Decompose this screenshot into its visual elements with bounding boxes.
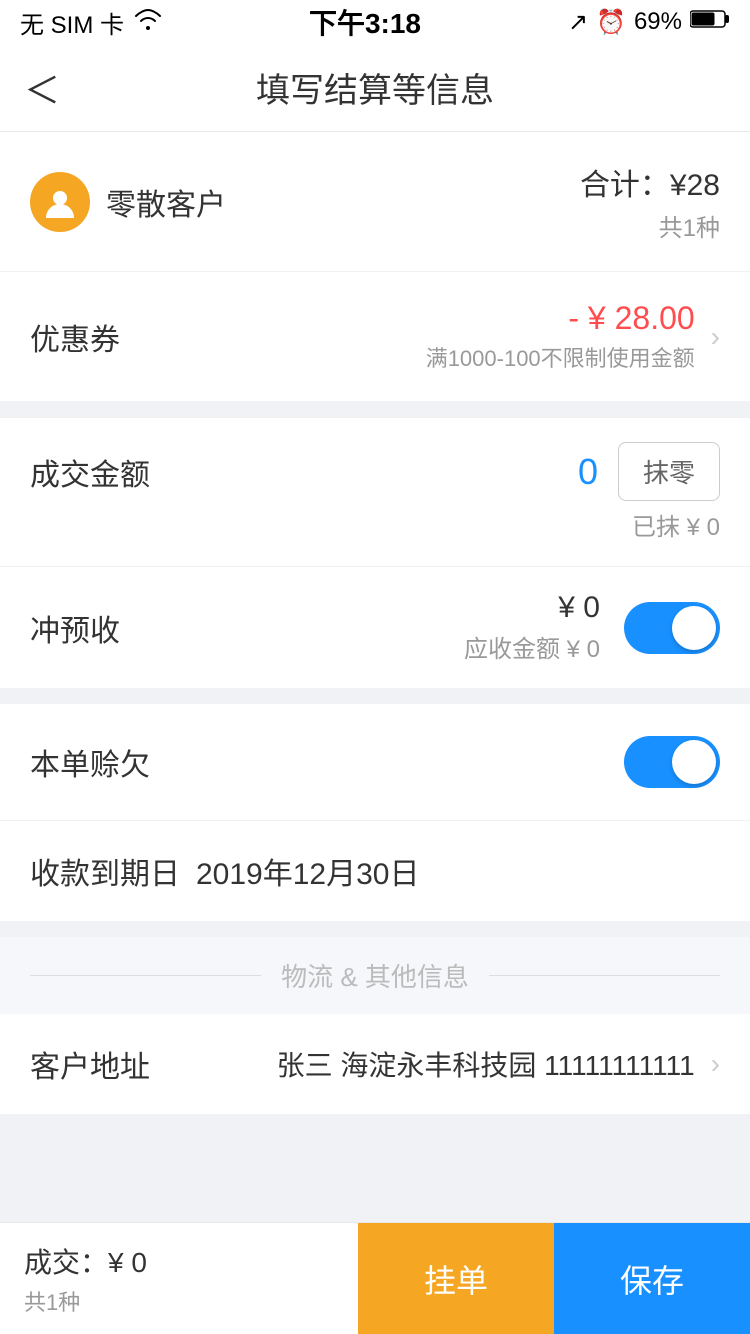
customer-left: 零散客户 xyxy=(30,172,226,232)
no-sim-text: 无 SIM 卡 xyxy=(20,5,124,40)
debt-section: 本单赊欠 收款到期日 2019年12月30日 xyxy=(0,704,750,921)
logistics-divider: 物流 & 其他信息 xyxy=(0,937,750,1014)
location-icon: ↗ xyxy=(568,8,588,37)
status-time: 下午3:18 xyxy=(309,2,421,42)
debt-toggle-knob xyxy=(672,740,716,784)
transaction-row-wrapper: 成交金额 0 抹零 已抹 ¥ 0 xyxy=(0,417,750,566)
address-label: 客户地址 xyxy=(30,1042,150,1086)
address-row[interactable]: 客户地址 张三 海淀永丰科技园 11111111111 › xyxy=(0,1014,750,1114)
prepay-sub: 应收金额 ¥ 0 xyxy=(464,629,600,664)
customer-right: 合计：¥28 共1种 xyxy=(580,160,720,243)
wifi-icon xyxy=(134,8,162,37)
logistics-section: 物流 & 其他信息 客户地址 张三 海淀永丰科技园 11111111111 › xyxy=(0,937,750,1114)
status-left: 无 SIM 卡 xyxy=(20,5,162,40)
coupon-chevron-icon: › xyxy=(711,321,720,353)
address-value: 张三 海淀永丰科技园 11111111111 xyxy=(166,1044,695,1084)
coupon-label: 优惠券 xyxy=(30,315,120,359)
due-date-row: 收款到期日 2019年12月30日 xyxy=(0,820,750,921)
customer-name: 零散客户 xyxy=(106,180,226,224)
status-right: ↗ ⏰ 69% xyxy=(568,8,730,37)
coupon-right: - ¥ 28.00 满1000-100不限制使用金额 › xyxy=(426,300,720,373)
debt-label: 本单赊欠 xyxy=(30,740,150,784)
transaction-section: 成交金额 0 抹零 已抹 ¥ 0 冲预收 ¥ 0 应收金额 ¥ 0 xyxy=(0,417,750,688)
discount-desc: 满1000-100不限制使用金额 xyxy=(426,341,695,373)
due-date-label: 收款到期日 xyxy=(30,849,180,893)
battery-icon xyxy=(690,8,730,36)
battery-text: 69% xyxy=(634,8,682,36)
save-button[interactable]: 保存 xyxy=(554,1223,750,1334)
prepay-toggle[interactable] xyxy=(624,602,720,654)
customer-section: 零散客户 合计：¥28 共1种 优惠券 - ¥ 28.00 满1000-100不… xyxy=(0,132,750,401)
alarm-icon: ⏰ xyxy=(596,8,626,37)
avatar xyxy=(30,172,90,232)
content: 零散客户 合计：¥28 共1种 优惠券 - ¥ 28.00 满1000-100不… xyxy=(0,132,750,1250)
prepay-amount: ¥ 0 xyxy=(464,591,600,625)
nav-bar: ＜ 填写结算等信息 xyxy=(0,44,750,132)
status-bar: 无 SIM 卡 下午3:18 ↗ ⏰ 69% xyxy=(0,0,750,44)
total-count: 共1种 xyxy=(580,208,720,243)
logistics-line-right xyxy=(489,975,720,976)
debt-row: 本单赊欠 xyxy=(0,704,750,820)
transaction-value: 0 xyxy=(578,451,598,493)
logistics-line-left xyxy=(30,975,261,976)
transaction-row: 成交金额 0 抹零 xyxy=(30,442,720,501)
bottom-transaction-row: 成交：¥ 0 xyxy=(24,1241,334,1281)
bottom-count: 共1种 xyxy=(24,1285,334,1317)
bottom-transaction-value: ¥ 0 xyxy=(108,1247,147,1278)
prepay-toggle-knob xyxy=(672,606,716,650)
hang-button[interactable]: 挂单 xyxy=(358,1223,554,1334)
coupon-value-block: - ¥ 28.00 满1000-100不限制使用金额 xyxy=(426,300,695,373)
transaction-sub: 已抹 ¥ 0 xyxy=(30,507,720,542)
transaction-right: 0 抹零 xyxy=(578,442,720,501)
logistics-text: 物流 & 其他信息 xyxy=(281,957,469,994)
discount-amount: - ¥ 28.00 xyxy=(426,300,695,337)
round-button[interactable]: 抹零 xyxy=(618,442,720,501)
prepay-label: 冲预收 xyxy=(30,606,120,650)
debt-toggle[interactable] xyxy=(624,736,720,788)
address-chevron-icon: › xyxy=(711,1048,720,1080)
total-amount: 合计：¥28 xyxy=(580,160,720,204)
nav-title: 填写结算等信息 xyxy=(256,63,494,112)
prepay-row: 冲预收 ¥ 0 应收金额 ¥ 0 xyxy=(0,566,750,688)
bottom-transaction-label: 成交： xyxy=(24,1247,108,1278)
bottom-bar: 成交：¥ 0 共1种 挂单 保存 xyxy=(0,1222,750,1334)
due-date-value: 2019年12月30日 xyxy=(196,849,419,893)
bottom-info: 成交：¥ 0 共1种 xyxy=(0,1223,358,1334)
customer-row: 零散客户 合计：¥28 共1种 xyxy=(0,132,750,271)
transaction-label: 成交金额 xyxy=(30,450,150,494)
back-button[interactable]: ＜ xyxy=(24,62,60,114)
coupon-row[interactable]: 优惠券 - ¥ 28.00 满1000-100不限制使用金额 › xyxy=(0,271,750,401)
prepay-right: ¥ 0 应收金额 ¥ 0 xyxy=(464,591,720,664)
prepay-value-block: ¥ 0 应收金额 ¥ 0 xyxy=(464,591,600,664)
